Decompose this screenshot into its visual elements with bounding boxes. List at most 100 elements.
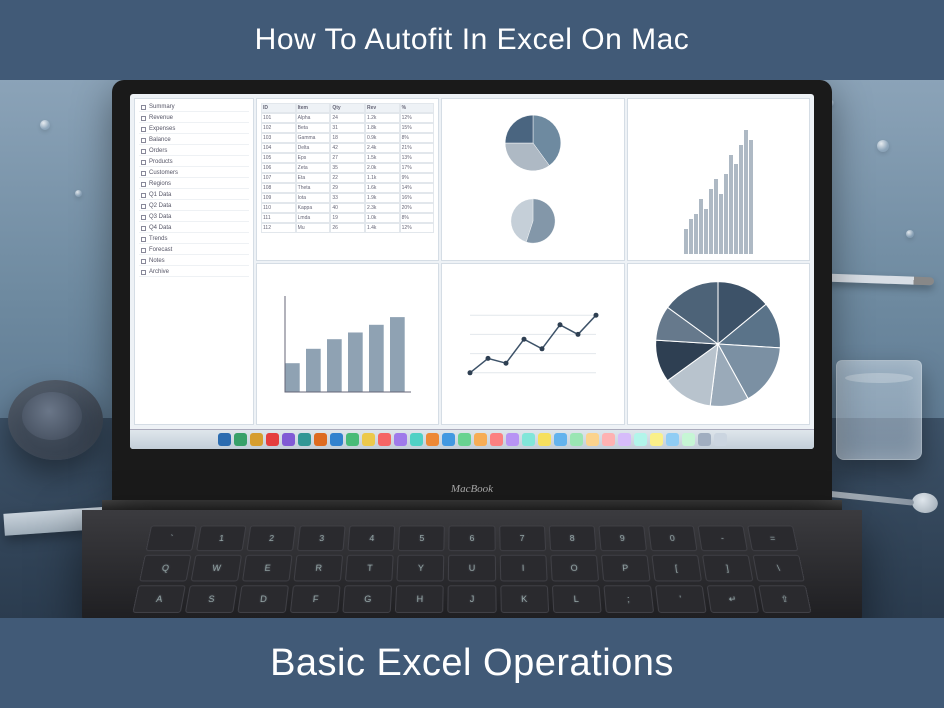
desk-scene: SummaryRevenueExpensesBalanceOrdersProdu… bbox=[0, 80, 944, 618]
keyboard-key: H bbox=[395, 585, 444, 613]
table-cell: 112 bbox=[261, 223, 296, 233]
sidebar-item: Trends bbox=[139, 235, 249, 244]
table-cell: Delta bbox=[296, 143, 331, 153]
water-droplet bbox=[75, 190, 82, 197]
mini-bar bbox=[724, 174, 728, 253]
keyboard-key: 1 bbox=[196, 526, 246, 552]
table-header: ID bbox=[261, 103, 296, 113]
keyboard-key: - bbox=[697, 526, 747, 552]
table-cell: 26 bbox=[330, 223, 365, 233]
keyboard-key: L bbox=[551, 585, 601, 613]
laptop-base: `1234567890-=QWERTYUIOP[]\ASDFGHJKL;'↵⇧ bbox=[82, 510, 862, 618]
pie-chart-b bbox=[510, 198, 556, 244]
keyboard-key: ⇧ bbox=[758, 585, 812, 613]
table-cell: 14% bbox=[400, 183, 435, 193]
keyboard-key: 7 bbox=[499, 526, 546, 552]
keyboard-key: 3 bbox=[297, 526, 346, 552]
table-cell: 18 bbox=[330, 133, 365, 143]
dock-app-icon bbox=[538, 433, 551, 446]
keyboard-key: 8 bbox=[548, 526, 596, 552]
keyboard-key: K bbox=[500, 585, 549, 613]
dock-app-icon bbox=[298, 433, 311, 446]
header-banner: How To Autofit In Excel On Mac bbox=[0, 0, 944, 80]
keyboard-key: 4 bbox=[348, 526, 396, 552]
table-cell: 1.1k bbox=[365, 173, 400, 183]
sidebar-item: Products bbox=[139, 158, 249, 167]
table-cell: 108 bbox=[261, 183, 296, 193]
laptop-screen: SummaryRevenueExpensesBalanceOrdersProdu… bbox=[130, 94, 814, 449]
dock-app-icon bbox=[426, 433, 439, 446]
dock-app-icon bbox=[618, 433, 631, 446]
table-cell: 2.3k bbox=[365, 203, 400, 213]
sidebar-item: Archive bbox=[139, 268, 249, 277]
table-cell: Zeta bbox=[296, 163, 331, 173]
sidebar-panel: SummaryRevenueExpensesBalanceOrdersProdu… bbox=[134, 98, 254, 425]
table-cell: 24 bbox=[330, 113, 365, 123]
dock-app-icon bbox=[378, 433, 391, 446]
keyboard-key: R bbox=[294, 555, 344, 582]
dock-app-icon bbox=[234, 433, 247, 446]
table-cell: 1.4k bbox=[365, 223, 400, 233]
keyboard-key: D bbox=[237, 585, 289, 613]
dock-app-icon bbox=[554, 433, 567, 446]
table-cell: Gamma bbox=[296, 133, 331, 143]
table-cell: 103 bbox=[261, 133, 296, 143]
keyboard-key: 0 bbox=[648, 526, 698, 552]
dock-app-icon bbox=[250, 433, 263, 446]
laptop-brand-label: MacBook bbox=[451, 483, 493, 495]
pie-chart-large-svg bbox=[653, 279, 783, 409]
keyboard-key: \ bbox=[752, 555, 804, 582]
dock-app-icon bbox=[506, 433, 519, 446]
excel-dashboard: SummaryRevenueExpensesBalanceOrdersProdu… bbox=[130, 94, 814, 429]
sidebar-item: Balance bbox=[139, 136, 249, 145]
dock-app-icon bbox=[314, 433, 327, 446]
keyboard-key: = bbox=[747, 526, 798, 552]
table-cell: 8% bbox=[400, 133, 435, 143]
keyboard-key: ` bbox=[146, 526, 197, 552]
keyboard-key: G bbox=[343, 585, 393, 613]
footer-title: Basic Excel Operations bbox=[270, 642, 674, 685]
table-cell: 1.0k bbox=[365, 213, 400, 223]
keyboard-key: S bbox=[185, 585, 238, 613]
sidebar-item: Orders bbox=[139, 147, 249, 156]
sidebar-item: Q4 Data bbox=[139, 224, 249, 233]
mini-bar bbox=[684, 229, 688, 254]
header-title: How To Autofit In Excel On Mac bbox=[255, 23, 690, 57]
sidebar-item: Customers bbox=[139, 169, 249, 178]
dock-app-icon bbox=[634, 433, 647, 446]
sidebar-item: Summary bbox=[139, 103, 249, 112]
dock-app-icon bbox=[714, 433, 727, 446]
table-cell: 105 bbox=[261, 153, 296, 163]
table-cell: 1.2k bbox=[365, 113, 400, 123]
dock-app-icon bbox=[458, 433, 471, 446]
keyboard-key: E bbox=[242, 555, 293, 582]
sidebar-item: Forecast bbox=[139, 246, 249, 255]
table-cell: 19 bbox=[330, 213, 365, 223]
mini-bar bbox=[699, 199, 703, 253]
table-cell: 111 bbox=[261, 213, 296, 223]
keyboard-key: J bbox=[448, 585, 496, 613]
coffee-mug bbox=[8, 380, 103, 460]
keyboard-key: 6 bbox=[449, 526, 496, 552]
sidebar-item: Expenses bbox=[139, 125, 249, 134]
mac-dock bbox=[130, 429, 814, 449]
bar-chart-svg bbox=[273, 284, 423, 404]
keyboard-key: ↵ bbox=[706, 585, 759, 613]
dock-app-icon bbox=[282, 433, 295, 446]
mini-bar bbox=[744, 130, 748, 254]
table-cell: 104 bbox=[261, 143, 296, 153]
table-cell: 1.5k bbox=[365, 153, 400, 163]
keyboard-key: 5 bbox=[398, 526, 445, 552]
keyboard-key: P bbox=[601, 555, 651, 582]
table-cell: Mu bbox=[296, 223, 331, 233]
dock-app-icon bbox=[490, 433, 503, 446]
keyboard-key: ' bbox=[655, 585, 707, 613]
table-cell: Lmda bbox=[296, 213, 331, 223]
laptop: SummaryRevenueExpensesBalanceOrdersProdu… bbox=[112, 80, 832, 618]
table-cell: 12% bbox=[400, 113, 435, 123]
table-cell: 2.0k bbox=[365, 163, 400, 173]
keyboard-key: [ bbox=[651, 555, 702, 582]
footer-banner: Basic Excel Operations bbox=[0, 618, 944, 708]
table-cell: 1.9k bbox=[365, 193, 400, 203]
table-cell: 106 bbox=[261, 163, 296, 173]
